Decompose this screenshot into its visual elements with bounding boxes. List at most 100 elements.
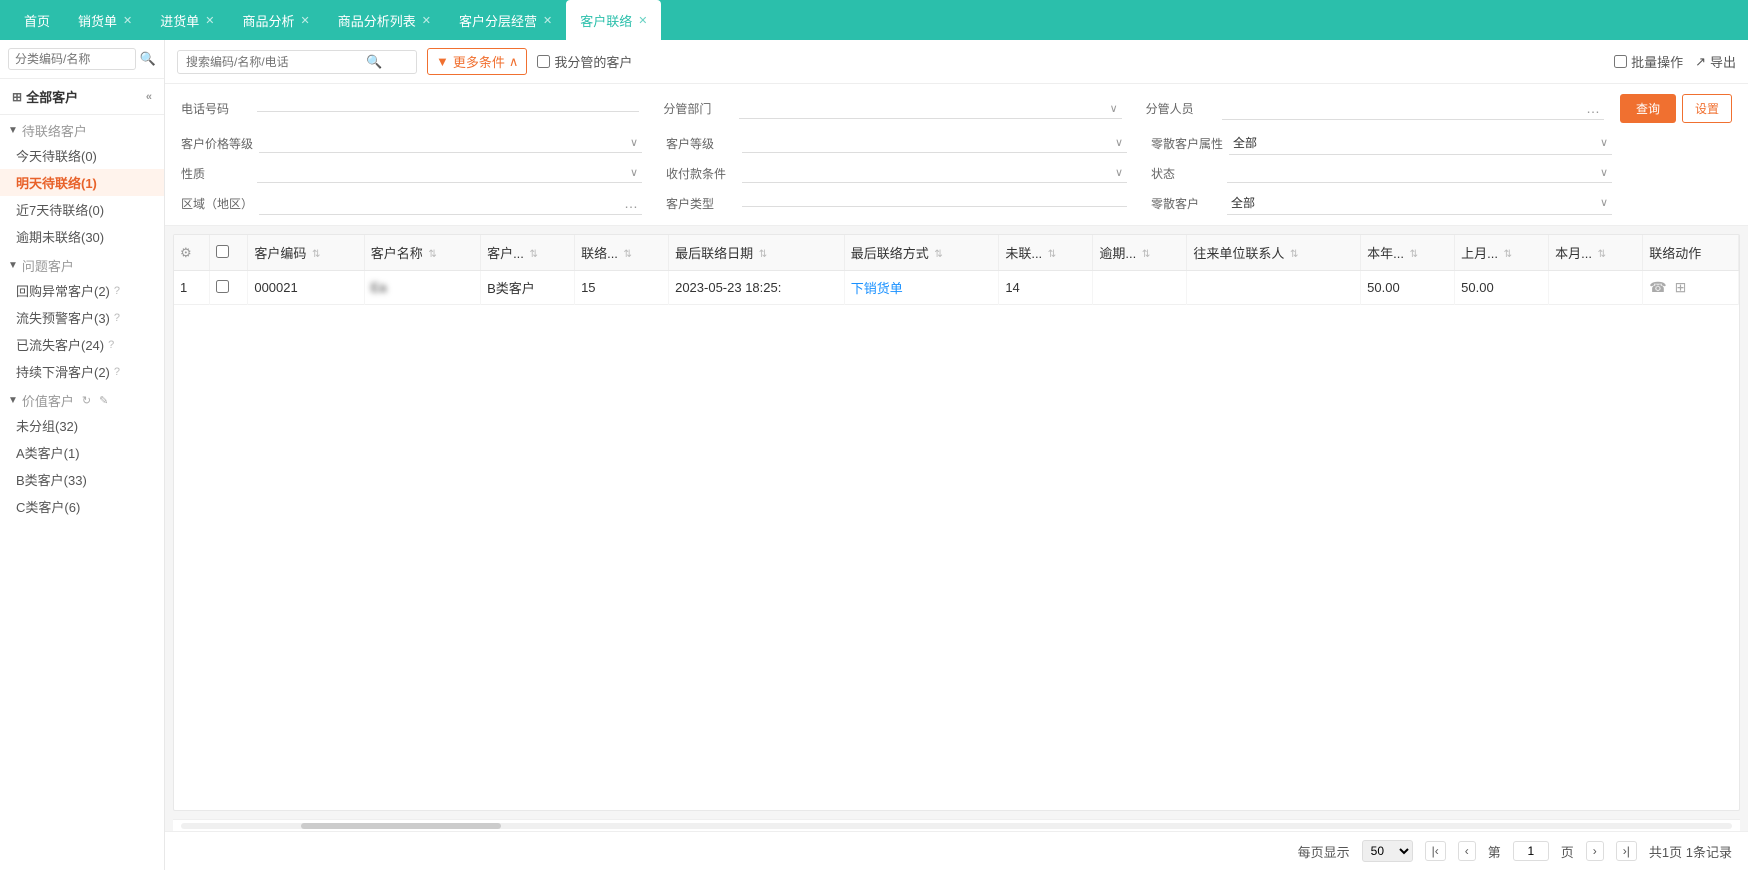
close-sales-tab[interactable]: ✕ xyxy=(123,14,132,27)
filter-region: 区域（地区） … xyxy=(181,192,642,215)
name-sort-icon[interactable]: ⇅ xyxy=(428,249,436,260)
scroll-thumb[interactable] xyxy=(301,823,501,829)
filter-region-input[interactable]: … xyxy=(259,192,642,215)
filter-price-level-select[interactable]: ∨ xyxy=(259,133,642,153)
help-icon-1[interactable]: ? xyxy=(114,285,120,297)
nav-home[interactable]: 首页 xyxy=(10,0,64,40)
my-customers-checkbox-wrap[interactable]: 我分管的客户 xyxy=(537,52,632,71)
nav-sales[interactable]: 销货单 ✕ xyxy=(64,0,146,40)
search-icon[interactable]: 🔍 xyxy=(366,54,382,70)
gear-icon[interactable]: ⚙ xyxy=(180,245,192,260)
next-page-button[interactable]: › xyxy=(1586,841,1604,861)
nav-customer-tier[interactable]: 客户分层经营 ✕ xyxy=(445,0,566,40)
sidebar-item-repurchase-abnormal[interactable]: 回购异常客户(2) ? xyxy=(0,277,164,304)
row-type: B类客户 xyxy=(481,271,575,305)
filter-cust-level-select[interactable]: ∨ xyxy=(742,133,1127,153)
close-goods-list-tab[interactable]: ✕ xyxy=(422,14,431,27)
filter-mgr-input[interactable]: … xyxy=(1222,97,1604,120)
sidebar-item-churned[interactable]: 已流失客户(24) ? xyxy=(0,331,164,358)
unit-contact-sort-icon[interactable]: ⇅ xyxy=(1290,249,1298,260)
horizontal-scrollbar[interactable] xyxy=(173,819,1740,831)
sidebar-search-input[interactable] xyxy=(8,48,136,70)
filter-dept-select[interactable]: ∨ xyxy=(739,99,1121,119)
sidebar-item-churn-warning[interactable]: 流失预警客户(3) ? xyxy=(0,304,164,331)
search-input[interactable] xyxy=(186,55,366,69)
help-icon-4[interactable]: ? xyxy=(114,366,120,378)
row-last-month: 50.00 xyxy=(1455,271,1549,305)
action-more-icon[interactable]: ⊞ xyxy=(1675,279,1687,296)
filter-phone-input[interactable] xyxy=(257,105,639,112)
filter-retail-cust-select[interactable]: 全部 ∨ xyxy=(1227,191,1612,215)
sidebar-item-overdue-pending[interactable]: 逾期未联络(30) xyxy=(0,223,164,250)
filter-customer-level: 客户等级 ∨ xyxy=(666,133,1127,153)
filter-icon: ▼ xyxy=(436,54,449,69)
sidebar-search-icon[interactable]: 🔍 xyxy=(140,51,156,67)
value-edit-icon[interactable]: ✎ xyxy=(99,394,108,407)
filter-retail-attr-select[interactable]: 全部 ∨ xyxy=(1229,131,1612,155)
query-button[interactable]: 查询 xyxy=(1620,94,1676,123)
row-last-contact-date: 2023-05-23 18:25: xyxy=(669,271,845,305)
first-page-button[interactable]: |‹ xyxy=(1425,841,1446,861)
filter-status-select[interactable]: ∨ xyxy=(1227,163,1612,183)
select-all-checkbox[interactable] xyxy=(216,245,229,258)
last-contact-way-link[interactable]: 下销货单 xyxy=(851,281,903,296)
close-goods-analysis-tab[interactable]: ✕ xyxy=(301,14,310,27)
sidebar-item-7days-pending[interactable]: 近7天待联络(0) xyxy=(0,196,164,223)
row-select-checkbox[interactable] xyxy=(216,280,229,293)
settings-button[interactable]: 设置 xyxy=(1682,94,1732,123)
filter-phone: 电话号码 xyxy=(181,100,639,117)
unlinked-sort-icon[interactable]: ⇅ xyxy=(1048,249,1056,260)
nav-purchase[interactable]: 进货单 ✕ xyxy=(146,0,228,40)
filter-nature-select[interactable]: ∨ xyxy=(257,163,642,183)
overdue-sort-icon[interactable]: ⇅ xyxy=(1142,249,1150,260)
contact-count-sort-icon[interactable]: ⇅ xyxy=(624,249,632,260)
last-way-sort-icon[interactable]: ⇅ xyxy=(934,249,942,260)
more-filter-button[interactable]: ▼ 更多条件 ∧ xyxy=(427,48,527,75)
th-last-month: 上月... ⇅ xyxy=(1455,235,1549,271)
sidebar-item-class-c[interactable]: C类客户(6) xyxy=(0,493,164,520)
this-month-sort-icon[interactable]: ⇅ xyxy=(1598,249,1606,260)
per-page-select[interactable]: 50 100 200 xyxy=(1362,840,1413,862)
nav-customer-contact[interactable]: 客户联络 ✕ xyxy=(566,0,661,40)
sidebar-item-declining[interactable]: 持续下滑客户(2) ? xyxy=(0,358,164,385)
export-button[interactable]: ↗ 导出 xyxy=(1695,52,1736,71)
prev-page-button[interactable]: ‹ xyxy=(1458,841,1476,861)
help-icon-2[interactable]: ? xyxy=(114,312,120,324)
collapse-all-icon[interactable]: « xyxy=(146,91,152,103)
sidebar-item-class-a[interactable]: A类客户(1) xyxy=(0,439,164,466)
top-nav: 首页 销货单 ✕ 进货单 ✕ 商品分析 ✕ 商品分析列表 ✕ 客户分层经营 ✕ … xyxy=(0,0,1748,40)
close-customer-tier-tab[interactable]: ✕ xyxy=(543,14,552,27)
total-label: 共1页 1条记录 xyxy=(1649,842,1732,861)
type-sort-icon[interactable]: ⇅ xyxy=(530,249,538,260)
filter-cust-type-label: 客户类型 xyxy=(666,195,736,212)
sidebar-item-class-b[interactable]: B类客户(33) xyxy=(0,466,164,493)
filter-payment-select[interactable]: ∨ xyxy=(742,163,1127,183)
close-purchase-tab[interactable]: ✕ xyxy=(205,14,214,27)
last-page-button[interactable]: ›| xyxy=(1616,841,1637,861)
filter-cust-level-label: 客户等级 xyxy=(666,135,736,152)
nav-goods-analysis-list[interactable]: 商品分析列表 ✕ xyxy=(324,0,445,40)
sidebar-item-today-pending[interactable]: 今天待联络(0) xyxy=(0,142,164,169)
filter-cust-type-input[interactable] xyxy=(742,200,1127,207)
page-number-input[interactable] xyxy=(1513,841,1549,861)
help-icon-3[interactable]: ? xyxy=(108,339,114,351)
row-this-month xyxy=(1549,271,1643,305)
sidebar-all-customers[interactable]: ⊞ 全部客户 « xyxy=(0,79,164,115)
th-last-contact-date: 最后联络日期 ⇅ xyxy=(669,235,845,271)
value-refresh-icon[interactable]: ↻ xyxy=(82,394,91,407)
close-customer-contact-tab[interactable]: ✕ xyxy=(638,14,647,27)
last-month-sort-icon[interactable]: ⇅ xyxy=(1504,249,1512,260)
row-checkbox xyxy=(210,271,248,305)
my-customers-checkbox[interactable] xyxy=(537,55,550,68)
code-sort-icon[interactable]: ⇅ xyxy=(312,249,320,260)
batch-op-button[interactable]: 批量操作 xyxy=(1614,52,1683,71)
batch-op-checkbox[interactable] xyxy=(1614,55,1627,68)
action-phone-icon[interactable]: ☎ xyxy=(1649,279,1666,296)
sidebar-item-ungrouped[interactable]: 未分组(32) xyxy=(0,412,164,439)
nav-goods-analysis[interactable]: 商品分析 ✕ xyxy=(228,0,323,40)
search-input-wrap: 🔍 xyxy=(177,50,417,74)
this-year-sort-icon[interactable]: ⇅ xyxy=(1410,249,1418,260)
th-last-contact-way: 最后联络方式 ⇅ xyxy=(844,235,999,271)
sidebar-item-tomorrow-pending[interactable]: 明天待联络(1) xyxy=(0,169,164,196)
last-date-sort-icon[interactable]: ⇅ xyxy=(759,249,767,260)
